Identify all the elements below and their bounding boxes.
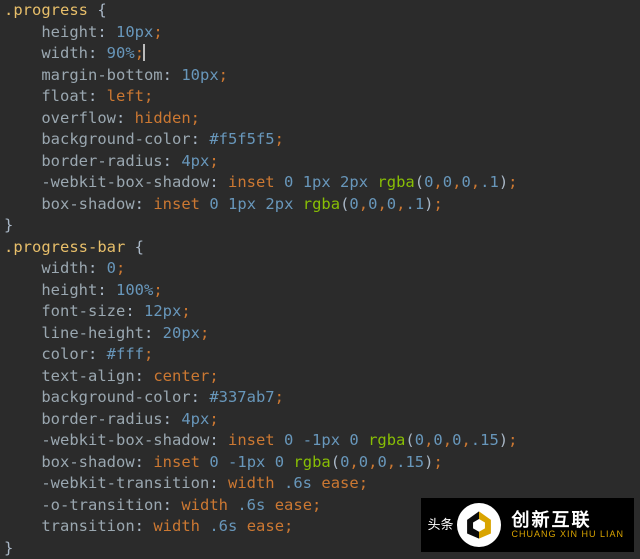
watermark-logo-icon xyxy=(457,503,501,547)
css-declaration[interactable]: width: 0; xyxy=(4,258,640,280)
css-declaration[interactable]: font-size: 12px; xyxy=(4,301,640,323)
css-declaration[interactable]: box-shadow: inset 0 1px 2px rgba(0,0,0,.… xyxy=(4,194,640,216)
css-declaration[interactable]: background-color: #f5f5f5; xyxy=(4,129,640,151)
css-declaration[interactable]: color: #fff; xyxy=(4,344,640,366)
css-declaration[interactable]: -webkit-box-shadow: inset 0 -1px 0 rgba(… xyxy=(4,430,640,452)
css-close-brace[interactable]: } xyxy=(4,215,640,237)
css-declaration[interactable]: background-color: #337ab7; xyxy=(4,387,640,409)
css-selector-line[interactable]: .progress { xyxy=(4,0,640,22)
watermark-brand: 创新互联 CHUANG XIN HU LIAN xyxy=(511,511,624,539)
css-selector-line[interactable]: .progress-bar { xyxy=(4,237,640,259)
css-declaration[interactable]: overflow: hidden; xyxy=(4,108,640,130)
css-declaration[interactable]: border-radius: 4px; xyxy=(4,409,640,431)
css-declaration[interactable]: height: 10px; xyxy=(4,22,640,44)
css-declaration[interactable]: width: 90%; xyxy=(4,43,640,65)
text-caret xyxy=(143,44,145,61)
css-declaration[interactable]: -webkit-box-shadow: inset 0 1px 2px rgba… xyxy=(4,172,640,194)
watermark-brand-pinyin: CHUANG XIN HU LIAN xyxy=(511,530,624,539)
css-declaration[interactable]: height: 100%; xyxy=(4,280,640,302)
css-declaration[interactable]: float: left; xyxy=(4,86,640,108)
css-declaration[interactable]: line-height: 20px; xyxy=(4,323,640,345)
watermark: 头条 创新互联 CHUANG XIN HU LIAN xyxy=(421,498,634,552)
css-declaration[interactable]: text-align: center; xyxy=(4,366,640,388)
css-declaration[interactable]: border-radius: 4px; xyxy=(4,151,640,173)
code-editor[interactable]: .progress { height: 10px; width: 90%; ma… xyxy=(0,0,640,558)
css-declaration[interactable]: -webkit-transition: width .6s ease; xyxy=(4,473,640,495)
css-declaration[interactable]: margin-bottom: 10px; xyxy=(4,65,640,87)
css-declaration[interactable]: box-shadow: inset 0 -1px 0 rgba(0,0,0,.1… xyxy=(4,452,640,474)
watermark-brand-zh: 创新互联 xyxy=(511,511,624,530)
watermark-left-text: 头条 xyxy=(427,514,453,536)
